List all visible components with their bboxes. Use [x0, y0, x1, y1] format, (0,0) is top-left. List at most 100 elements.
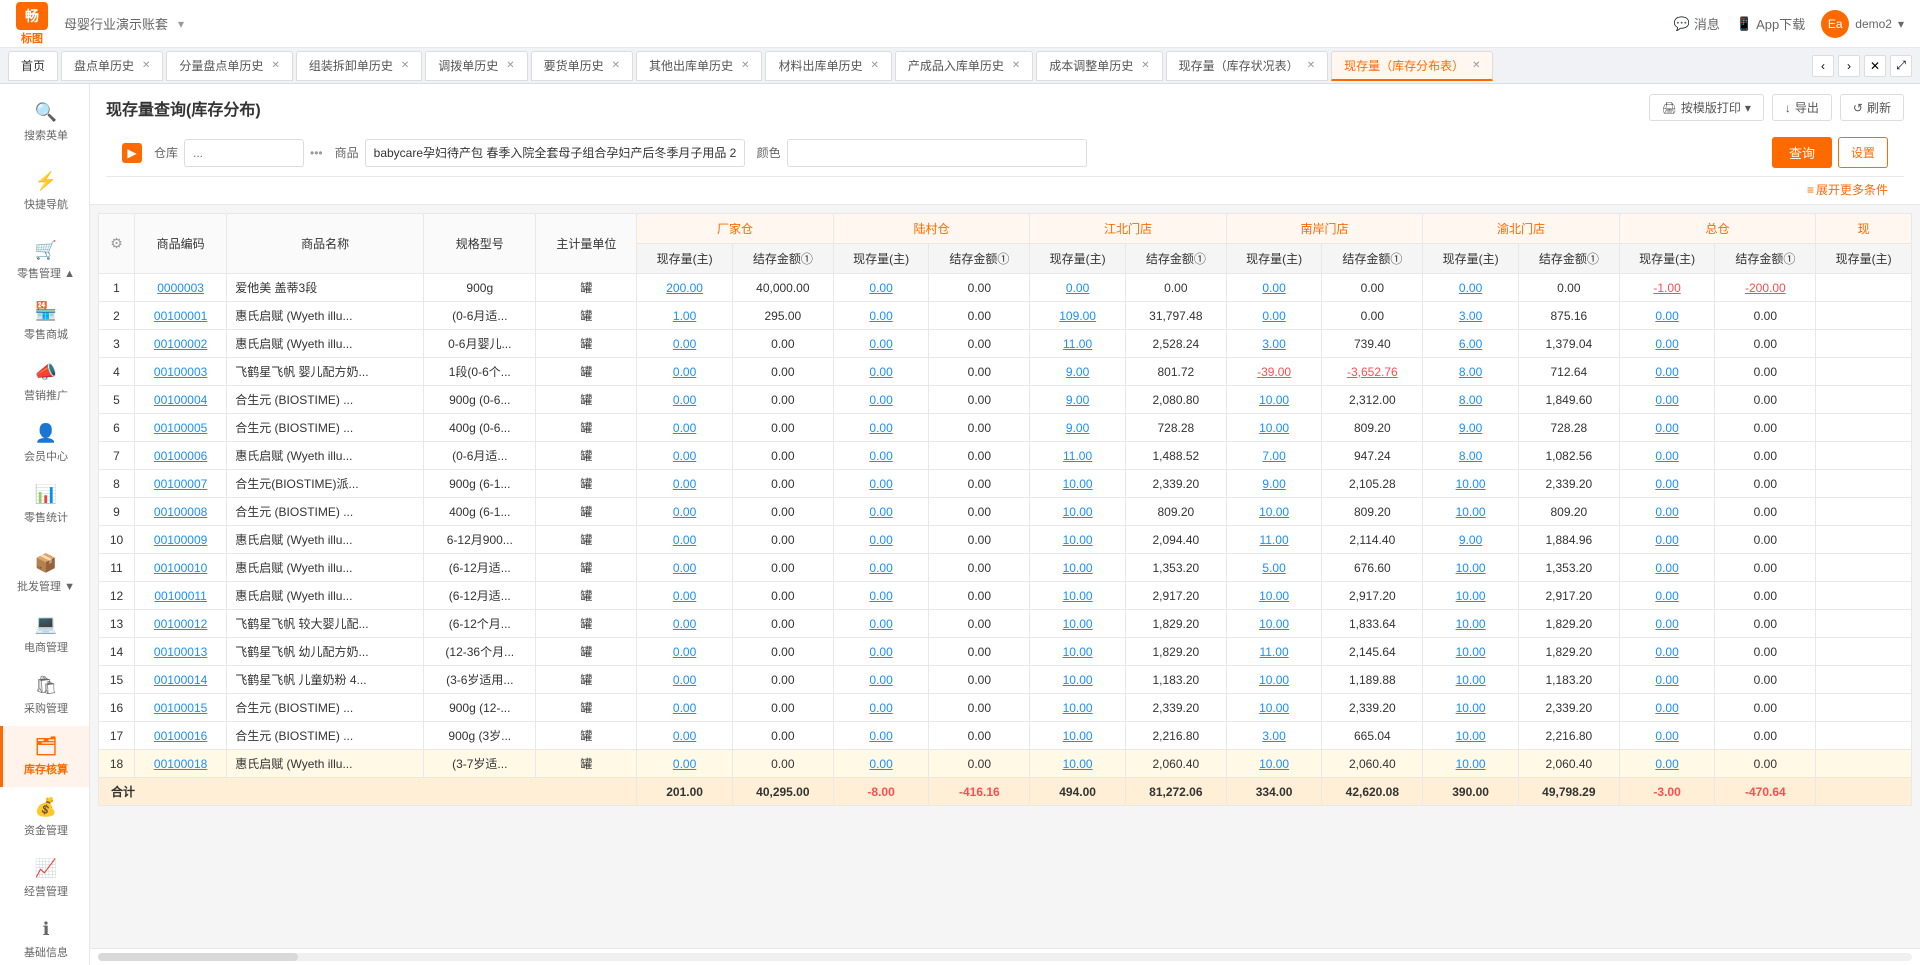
cell-yubei-qty[interactable]: 0.00 — [1423, 274, 1519, 302]
cell-yubei-qty[interactable]: 8.00 — [1423, 358, 1519, 386]
sidebar-item-basic-info[interactable]: ℹ 基础信息 — [0, 909, 89, 965]
settings-icon[interactable]: ⚙ — [110, 235, 123, 251]
sidebar-item-retail-stats[interactable]: 📊 零售统计 — [0, 474, 89, 535]
close-icon[interactable]: ✕ — [1141, 60, 1149, 71]
tab-assembly[interactable]: 组装拆卸单历史 ✕ — [296, 51, 422, 81]
cell-code[interactable]: 00100011 — [135, 582, 227, 610]
cell-jiangbei-qty[interactable]: 10.00 — [1030, 638, 1126, 666]
sidebar-item-ecommerce[interactable]: 💻 电商管理 — [0, 604, 89, 665]
cell-yubei-qty[interactable]: 10.00 — [1423, 498, 1519, 526]
cell-nanan-qty[interactable]: 10.00 — [1226, 414, 1322, 442]
cell-jiangbei-qty[interactable]: 11.00 — [1030, 330, 1126, 358]
user-area[interactable]: Ea demo2 ▾ — [1821, 10, 1904, 38]
sidebar-item-finance[interactable]: 💰 资金管理 — [0, 787, 89, 848]
cell-jiangbei-qty[interactable]: 10.00 — [1030, 694, 1126, 722]
cell-lucun-qty[interactable]: 0.00 — [833, 442, 929, 470]
cell-yubei-qty[interactable]: 10.00 — [1423, 610, 1519, 638]
cell-total-qty[interactable]: 0.00 — [1619, 750, 1715, 778]
export-button[interactable]: ↓ 导出 — [1772, 94, 1832, 121]
cell-code[interactable]: 00100002 — [135, 330, 227, 358]
cell-lucun-qty[interactable]: 0.00 — [833, 414, 929, 442]
cell-factory-qty[interactable]: 0.00 — [637, 442, 733, 470]
cell-nanan-qty[interactable]: 10.00 — [1226, 750, 1322, 778]
cell-code[interactable]: 00100009 — [135, 526, 227, 554]
cell-factory-qty[interactable]: 200.00 — [637, 274, 733, 302]
cell-total-qty[interactable]: -1.00 — [1619, 274, 1715, 302]
cell-jiangbei-qty[interactable]: 10.00 — [1030, 750, 1126, 778]
cell-code[interactable]: 0000003 — [135, 274, 227, 302]
cell-nanan-qty[interactable]: 10.00 — [1226, 386, 1322, 414]
cell-total-qty[interactable]: 0.00 — [1619, 610, 1715, 638]
close-icon[interactable]: ✕ — [506, 60, 514, 71]
cell-total-qty[interactable]: 0.00 — [1619, 470, 1715, 498]
cell-lucun-qty[interactable]: 0.00 — [833, 302, 929, 330]
tab-next-button[interactable]: › — [1838, 55, 1860, 77]
cell-code[interactable]: 00100018 — [135, 750, 227, 778]
cell-nanan-qty[interactable]: 10.00 — [1226, 694, 1322, 722]
cell-factory-qty[interactable]: 0.00 — [637, 666, 733, 694]
cell-nanan-qty[interactable]: 11.00 — [1226, 638, 1322, 666]
sidebar-item-retail[interactable]: 🛒 零售管理 ▲ — [0, 230, 89, 291]
cell-code[interactable]: 00100007 — [135, 470, 227, 498]
sidebar-item-operations[interactable]: 📈 经营管理 — [0, 848, 89, 909]
cell-jiangbei-qty[interactable]: 10.00 — [1030, 666, 1126, 694]
cell-code[interactable]: 00100005 — [135, 414, 227, 442]
scroll-thumb[interactable] — [98, 953, 298, 961]
cell-lucun-qty[interactable]: 0.00 — [833, 470, 929, 498]
cell-jiangbei-qty[interactable]: 0.00 — [1030, 274, 1126, 302]
cell-total-qty[interactable]: 0.00 — [1619, 526, 1715, 554]
cell-yubei-qty[interactable]: 10.00 — [1423, 666, 1519, 694]
cell-jiangbei-qty[interactable]: 10.00 — [1030, 722, 1126, 750]
cell-yubei-qty[interactable]: 10.00 — [1423, 470, 1519, 498]
tab-material-outbound[interactable]: 材料出库单历史 ✕ — [765, 51, 891, 81]
th-settings[interactable]: ⚙ — [99, 214, 135, 274]
cell-total-qty[interactable]: 0.00 — [1619, 638, 1715, 666]
close-icon[interactable]: ✕ — [1012, 60, 1020, 71]
close-icon[interactable]: ✕ — [741, 60, 749, 71]
cell-code[interactable]: 00100012 — [135, 610, 227, 638]
cell-nanan-qty[interactable]: 10.00 — [1226, 582, 1322, 610]
message-button[interactable]: 💬 消息 — [1674, 14, 1720, 33]
cell-lucun-qty[interactable]: 0.00 — [833, 722, 929, 750]
cell-factory-qty[interactable]: 0.00 — [637, 750, 733, 778]
cell-lucun-qty[interactable]: 0.00 — [833, 750, 929, 778]
cell-jiangbei-qty[interactable]: 9.00 — [1030, 386, 1126, 414]
goods-input[interactable] — [365, 139, 745, 167]
tab-maximize-button[interactable]: ⤢ — [1890, 55, 1912, 77]
sidebar-item-mall[interactable]: 🏪 零售商城 — [0, 291, 89, 352]
tab-inventory-status[interactable]: 现存量（库存状况表） ✕ — [1166, 51, 1328, 81]
tab-sub-inventory[interactable]: 分量盘点单历史 ✕ — [166, 51, 292, 81]
cell-nanan-qty[interactable]: 11.00 — [1226, 526, 1322, 554]
cell-nanan-qty[interactable]: 10.00 — [1226, 666, 1322, 694]
cell-yubei-qty[interactable]: 10.00 — [1423, 722, 1519, 750]
cell-factory-qty[interactable]: 0.00 — [637, 554, 733, 582]
cell-code[interactable]: 00100013 — [135, 638, 227, 666]
cell-code[interactable]: 00100010 — [135, 554, 227, 582]
tab-transfer[interactable]: 调拨单历史 ✕ — [425, 51, 527, 81]
cell-factory-qty[interactable]: 0.00 — [637, 386, 733, 414]
cell-lucun-qty[interactable]: 0.00 — [833, 358, 929, 386]
cell-nanan-qty[interactable]: 9.00 — [1226, 470, 1322, 498]
cell-factory-qty[interactable]: 0.00 — [637, 526, 733, 554]
sidebar-item-inventory[interactable]: 🗂 库存核算 — [0, 726, 89, 787]
cell-code[interactable]: 00100016 — [135, 722, 227, 750]
tab-cost-adjustment[interactable]: 成本调整单历史 ✕ — [1036, 51, 1162, 81]
app-download-button[interactable]: 📱 App下载 — [1736, 14, 1805, 33]
sidebar-item-search[interactable]: 🔍 搜索英单 — [0, 92, 89, 153]
logo-area[interactable]: 畅 标图 — [16, 2, 48, 46]
cell-factory-qty[interactable]: 1.00 — [637, 302, 733, 330]
setting-button[interactable]: 设置 — [1838, 137, 1888, 168]
cell-yubei-qty[interactable]: 10.00 — [1423, 554, 1519, 582]
cell-total-qty[interactable]: 0.00 — [1619, 666, 1715, 694]
cell-lucun-qty[interactable]: 0.00 — [833, 526, 929, 554]
close-icon[interactable]: ✕ — [142, 60, 150, 71]
warehouse-input[interactable] — [184, 139, 304, 167]
cell-yubei-qty[interactable]: 9.00 — [1423, 414, 1519, 442]
cell-lucun-qty[interactable]: 0.00 — [833, 666, 929, 694]
cell-total-qty[interactable]: 0.00 — [1619, 358, 1715, 386]
cell-nanan-qty[interactable]: 3.00 — [1226, 722, 1322, 750]
company-dropdown-icon[interactable]: ▾ — [178, 17, 184, 31]
cell-jiangbei-qty[interactable]: 9.00 — [1030, 414, 1126, 442]
print-button[interactable]: 🖨 按模版打印 ▾ — [1649, 94, 1764, 121]
color-input[interactable] — [787, 139, 1087, 167]
